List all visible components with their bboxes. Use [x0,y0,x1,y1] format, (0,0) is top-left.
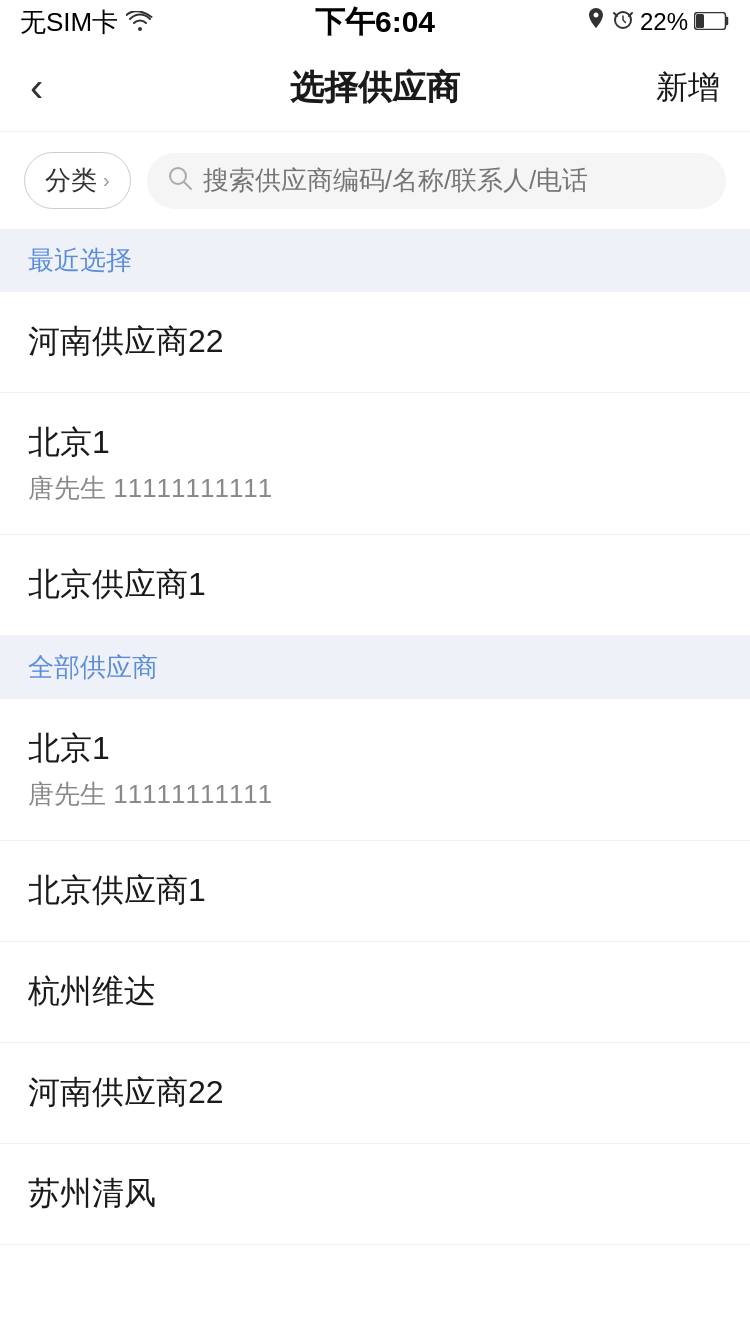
item-sub: 唐先生 11111111111 [28,777,722,812]
item-name: 北京1 [28,727,722,771]
item-name: 北京供应商1 [28,563,722,607]
item-name: 北京1 [28,421,722,465]
nav-title: 选择供应商 [290,65,460,111]
recent-section-header: 最近选择 [0,229,750,292]
search-icon [167,165,193,197]
back-button[interactable]: ‹ [30,65,110,110]
filter-bar: 分类 › [0,132,750,229]
svg-rect-2 [696,14,704,28]
item-name: 河南供应商22 [28,1071,722,1115]
item-name: 河南供应商22 [28,320,722,364]
item-name: 苏州清风 [28,1172,722,1216]
item-sub: 唐先生 11111111111 [28,471,722,506]
list-item[interactable]: 北京1 唐先生 11111111111 [0,699,750,841]
all-list: 北京1 唐先生 11111111111 北京供应商1 杭州维达河南供应商22 苏州清风 [0,699,750,1245]
location-icon [586,8,606,36]
carrier-text: 无SIM卡 [20,5,118,40]
all-section-label: 全部供应商 [28,652,158,682]
item-name: 杭州维达 [28,970,722,1014]
battery-text: 22% [640,8,688,36]
status-time: 下午6:04 [315,2,435,43]
all-section-header: 全部供应商 [0,636,750,699]
search-box [147,153,726,209]
list-item[interactable]: 河南供应商22 [0,292,750,393]
category-button[interactable]: 分类 › [24,152,131,209]
status-left: 无SIM卡 [20,5,154,40]
list-item[interactable]: 北京1 唐先生 11111111111 [0,393,750,535]
list-item[interactable]: 杭州维达 [0,942,750,1043]
new-action-button[interactable]: 新增 [640,66,720,110]
search-input[interactable] [203,165,706,196]
category-label: 分类 [45,163,97,198]
status-bar: 无SIM卡 下午6:04 22% [0,0,750,44]
list-item[interactable]: 河南供应商22 [0,1043,750,1144]
battery-icon [694,8,730,36]
recent-section-label: 最近选择 [28,245,132,275]
wifi-icon [126,7,154,38]
nav-bar: ‹ 选择供应商 新增 [0,44,750,132]
recent-list: 河南供应商22 北京1 唐先生 11111111111 北京供应商1 [0,292,750,636]
list-item[interactable]: 北京供应商1 [0,841,750,942]
list-item[interactable]: 苏州清风 [0,1144,750,1245]
item-name: 北京供应商1 [28,869,722,913]
alarm-icon [612,8,634,36]
list-item[interactable]: 北京供应商1 [0,535,750,636]
status-right: 22% [586,8,730,36]
svg-line-4 [184,182,191,189]
chevron-right-icon: › [103,169,110,192]
